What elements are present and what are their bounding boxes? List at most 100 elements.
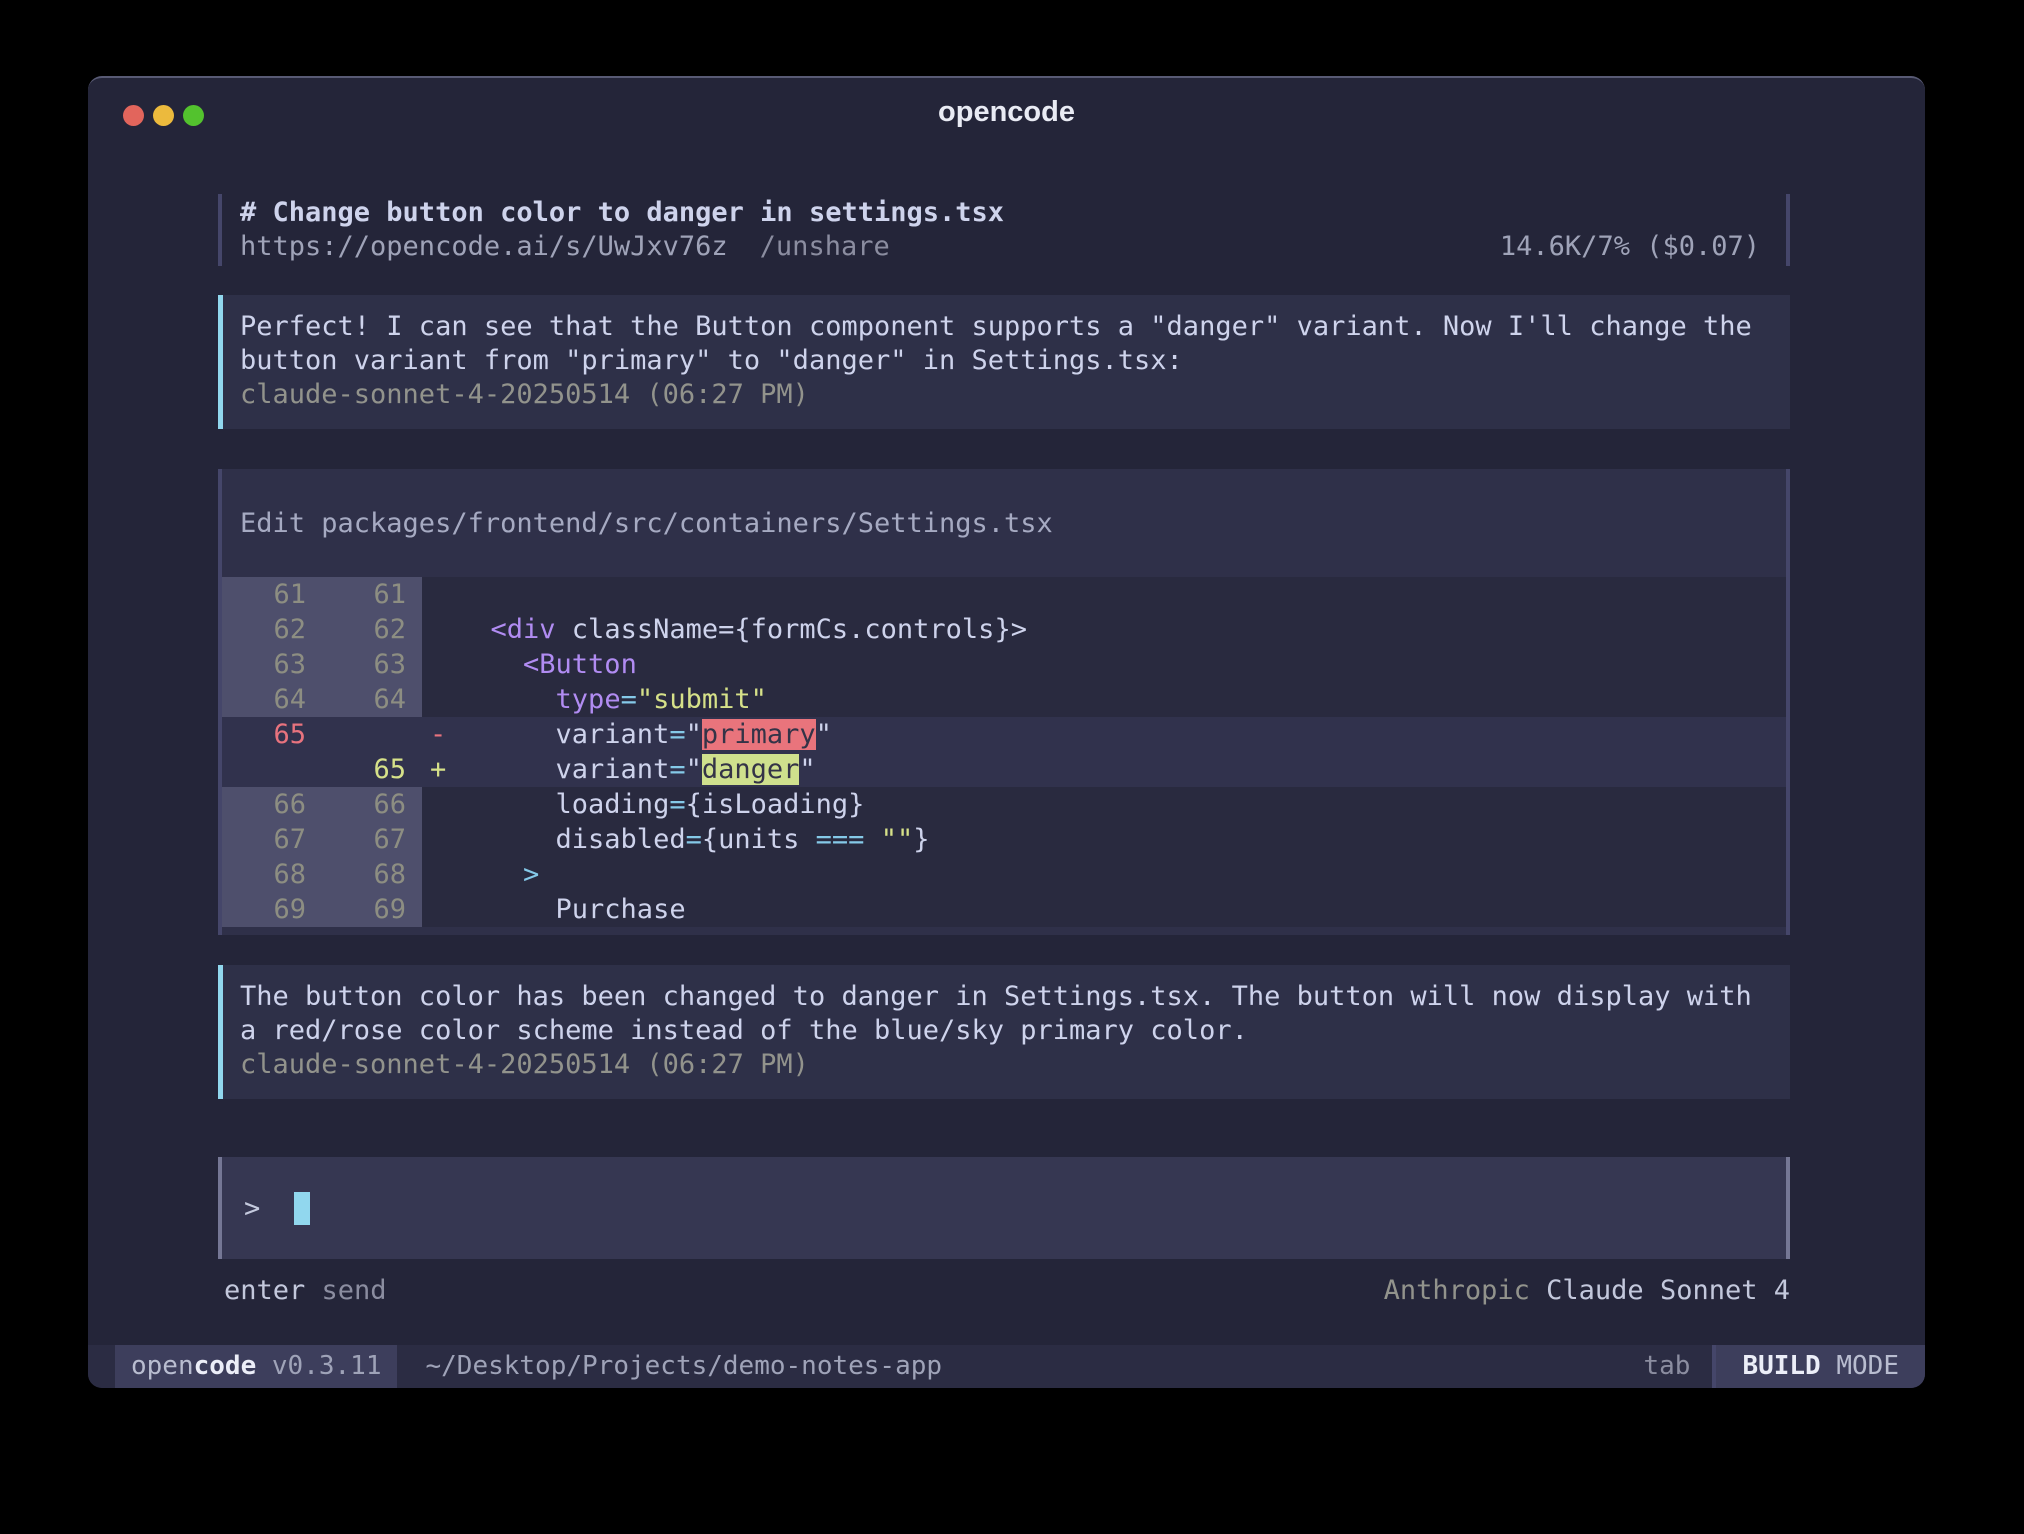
code-token: = <box>686 824 702 855</box>
provider-label: Anthropic <box>1384 1275 1547 1306</box>
diff-row: 6363 <Button <box>222 647 1786 682</box>
tab-key-hint: tab <box>1643 1345 1712 1388</box>
code-line: > <box>458 857 1786 892</box>
diff-marker <box>422 682 458 717</box>
code-token <box>458 859 523 890</box>
code-token: "" <box>881 824 914 855</box>
text-cursor <box>294 1192 310 1225</box>
code-token: " <box>686 754 702 785</box>
diff-row: 6161 <box>222 577 1786 612</box>
code-token: } <box>913 824 929 855</box>
code-token: " <box>799 754 815 785</box>
diff-marker <box>422 892 458 927</box>
prompt-symbol: > <box>244 1193 277 1224</box>
diff-view: 61616262 <div className={formCs.controls… <box>222 577 1786 927</box>
old-line-number: 66 <box>222 787 322 822</box>
provider-model: Anthropic Claude Sonnet 4 <box>1384 1274 1790 1308</box>
code-token: variant <box>458 719 669 750</box>
hint-row: enter send Anthropic Claude Sonnet 4 <box>218 1274 1790 1308</box>
code-line: loading={isLoading} <box>458 787 1786 822</box>
brand-open: open <box>131 1351 194 1381</box>
enter-key-hint: enter <box>218 1274 305 1308</box>
message-line: Perfect! I can see that the Button compo… <box>240 310 1790 344</box>
new-line-number: 63 <box>322 647 422 682</box>
code-token: className={formCs.controls}> <box>556 614 1027 645</box>
new-line-number <box>322 717 422 752</box>
code-token: type <box>556 684 621 715</box>
edit-tool-title: Edit packages/frontend/src/containers/Se… <box>222 469 1786 577</box>
diff-marker <box>422 577 458 612</box>
code-token: > <box>523 859 539 890</box>
brand-code: code <box>194 1351 257 1381</box>
assistant-message: Perfect! I can see that the Button compo… <box>218 295 1790 429</box>
window-title: opencode <box>88 96 1925 129</box>
code-line: <div className={formCs.controls}> <box>458 612 1786 647</box>
old-line-number: 69 <box>222 892 322 927</box>
code-token: {units <box>702 824 816 855</box>
new-line-number: 65 <box>322 752 422 787</box>
prompt-input[interactable]: > <box>218 1157 1790 1259</box>
edit-tool-card: Edit packages/frontend/src/containers/Se… <box>218 469 1790 935</box>
message-line: button variant from "primary" to "danger… <box>240 344 1790 378</box>
diff-row: 6868 > <box>222 857 1786 892</box>
unshare-action[interactable]: /unshare <box>760 230 890 264</box>
code-token: <Button <box>523 649 637 680</box>
new-line-number: 61 <box>322 577 422 612</box>
diff-marker: + <box>422 752 458 787</box>
diff-row: 6666 loading={isLoading} <box>222 787 1786 822</box>
old-line-number: 64 <box>222 682 322 717</box>
code-token <box>864 824 880 855</box>
code-token: = <box>669 719 685 750</box>
old-line-number: 61 <box>222 577 322 612</box>
code-line: type="submit" <box>458 682 1786 717</box>
share-url[interactable]: https://opencode.ai/s/UwJxv76z <box>240 230 728 264</box>
session-title: # Change button color to danger in setti… <box>240 196 1786 230</box>
enter-action-hint: send <box>305 1274 386 1308</box>
token-stats: 14.6K/7% ($0.07) <box>1500 230 1786 264</box>
code-token: = <box>621 684 637 715</box>
code-token: Purchase <box>458 894 686 925</box>
diff-marker <box>422 612 458 647</box>
version-label: v0.3.11 <box>256 1351 381 1381</box>
code-line: disabled={units === ""} <box>458 822 1786 857</box>
assistant-message: The button color has been changed to dan… <box>218 965 1790 1099</box>
brand-chip: opencode v0.3.11 <box>115 1345 397 1388</box>
model-label: Claude Sonnet 4 <box>1546 1275 1790 1306</box>
diff-marker <box>422 647 458 682</box>
window: opencode # Change button color to danger… <box>88 76 1925 1388</box>
new-line-number: 69 <box>322 892 422 927</box>
working-directory: ~/Desktop/Projects/demo-notes-app <box>425 1345 942 1388</box>
mode-suffix: MODE <box>1821 1351 1899 1381</box>
code-token: " <box>816 719 832 750</box>
code-token: {isLoading} <box>686 789 865 820</box>
mode-chip[interactable]: BUILD MODE <box>1716 1345 1925 1388</box>
screen: opencode # Change button color to danger… <box>0 0 2024 1534</box>
code-token: variant <box>458 754 669 785</box>
diff-marker <box>422 787 458 822</box>
diff-marker <box>422 822 458 857</box>
code-token: === <box>816 824 865 855</box>
code-token: danger <box>702 754 800 785</box>
code-token: loading <box>458 789 669 820</box>
code-token <box>458 649 523 680</box>
message-line: The button color has been changed to dan… <box>240 980 1790 1014</box>
code-token <box>458 614 491 645</box>
code-line: variant="primary" <box>458 717 1786 752</box>
new-line-number: 64 <box>322 682 422 717</box>
diff-row: 6969 Purchase <box>222 892 1786 927</box>
new-line-number: 67 <box>322 822 422 857</box>
code-token: " <box>686 719 702 750</box>
diff-row: 65+ variant="danger" <box>222 752 1786 787</box>
old-line-number: 63 <box>222 647 322 682</box>
code-line: variant="danger" <box>458 752 1786 787</box>
code-token: "submit" <box>637 684 767 715</box>
old-line-number: 68 <box>222 857 322 892</box>
titlebar: opencode <box>88 78 1925 136</box>
code-token: disabled <box>458 824 686 855</box>
code-token: <div <box>491 614 556 645</box>
code-line: <Button <box>458 647 1786 682</box>
diff-row: 6464 type="submit" <box>222 682 1786 717</box>
code-token <box>458 684 556 715</box>
old-line-number: 62 <box>222 612 322 647</box>
old-line-number: 65 <box>222 717 322 752</box>
